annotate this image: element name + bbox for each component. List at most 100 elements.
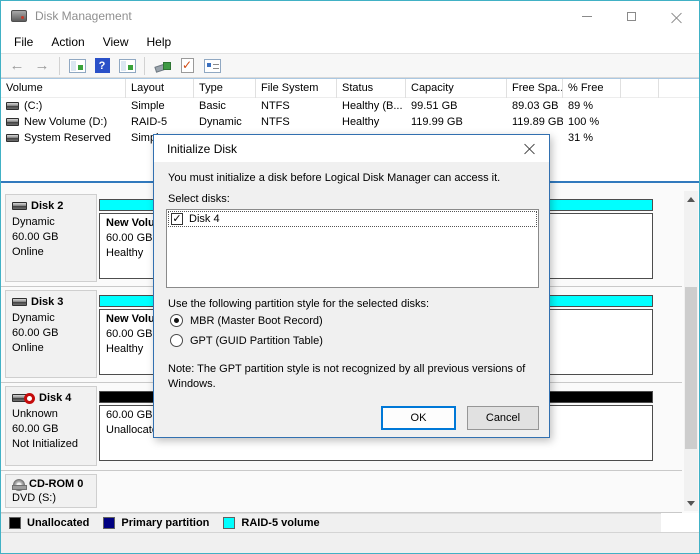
maximize-icon bbox=[627, 12, 636, 21]
legend-raid5-volume: RAID-5 volume bbox=[223, 517, 319, 529]
partition-style-label: Use the following partition style for th… bbox=[168, 298, 429, 310]
cdrom-name: CD-ROM 0 bbox=[29, 478, 83, 490]
scroll-down-icon bbox=[687, 501, 695, 506]
menu-action[interactable]: Action bbox=[42, 32, 93, 52]
minimize-button[interactable] bbox=[564, 1, 609, 31]
volume-pctfree: 100 % bbox=[563, 114, 621, 130]
column-header-pctfree[interactable]: % Free bbox=[563, 79, 621, 98]
ok-button[interactable]: OK bbox=[381, 406, 456, 430]
column-header-layout[interactable]: Layout bbox=[126, 79, 194, 98]
vertical-scrollbar[interactable] bbox=[684, 191, 698, 511]
column-header-capacity[interactable]: Capacity bbox=[406, 79, 507, 98]
menu-view[interactable]: View bbox=[94, 32, 138, 52]
disk-error-icon bbox=[24, 393, 35, 404]
volume-row-c[interactable]: (C:) Simple Basic NTFS Healthy (B... 99.… bbox=[1, 98, 699, 114]
volume-pctfree: 31 % bbox=[563, 130, 621, 146]
dialog-title: Initialize Disk bbox=[167, 142, 237, 156]
close-button[interactable] bbox=[654, 1, 699, 31]
scroll-up-button[interactable] bbox=[684, 191, 698, 207]
column-header-status[interactable]: Status bbox=[337, 79, 406, 98]
mbr-radio-row[interactable]: MBR (Master Boot Record) bbox=[170, 314, 323, 327]
volume-layout: RAID-5 bbox=[126, 114, 194, 130]
minimize-icon bbox=[582, 16, 592, 17]
volume-fs: NTFS bbox=[256, 114, 337, 130]
select-disks-label: Select disks: bbox=[168, 193, 230, 205]
volume-status: Healthy bbox=[337, 114, 406, 130]
disk-name: Disk 3 bbox=[31, 296, 63, 308]
close-icon bbox=[671, 11, 682, 22]
volume-name: System Reserved bbox=[24, 132, 111, 144]
menu-help[interactable]: Help bbox=[138, 32, 181, 52]
gpt-radio-row[interactable]: GPT (GUID Partition Table) bbox=[170, 334, 323, 347]
scroll-down-button[interactable] bbox=[684, 495, 698, 511]
disk-status: Online bbox=[12, 341, 96, 356]
mbr-radio-button[interactable] bbox=[170, 314, 183, 327]
volume-name: (C:) bbox=[24, 100, 42, 112]
cdrom-label-panel[interactable]: CD-ROM 0 DVD (S:) bbox=[5, 474, 97, 508]
cancel-button[interactable]: Cancel bbox=[467, 406, 539, 430]
disk-drive-icon bbox=[12, 298, 27, 306]
forward-button[interactable]: → bbox=[31, 56, 53, 76]
volume-row-d[interactable]: New Volume (D:) RAID-5 Dynamic NTFS Heal… bbox=[1, 114, 699, 130]
volume-fs: NTFS bbox=[256, 98, 337, 114]
toolbar-separator bbox=[144, 57, 145, 75]
back-button[interactable]: ← bbox=[6, 56, 28, 76]
disk-name: Disk 4 bbox=[39, 392, 71, 404]
column-header-blank bbox=[621, 79, 659, 98]
close-icon bbox=[524, 143, 535, 154]
maximize-button[interactable] bbox=[609, 1, 654, 31]
column-header-volume[interactable]: Volume bbox=[1, 79, 126, 98]
mbr-radio-label: MBR (Master Boot Record) bbox=[190, 315, 323, 327]
window-title: Disk Management bbox=[35, 9, 132, 23]
cdrom-drive-letter: DVD (S:) bbox=[12, 491, 96, 506]
disk-size: 60.00 GB bbox=[12, 422, 96, 437]
raid5-swatch bbox=[223, 517, 235, 529]
console-tree-button[interactable] bbox=[66, 56, 88, 76]
unallocated-swatch bbox=[9, 517, 21, 529]
help-button[interactable]: ? bbox=[91, 56, 113, 76]
menu-file[interactable]: File bbox=[5, 32, 42, 52]
column-header-freespace[interactable]: Free Spa... bbox=[507, 79, 563, 98]
dialog-message: You must initialize a disk before Logica… bbox=[168, 172, 543, 184]
task-check-button[interactable]: ✓ bbox=[176, 56, 198, 76]
disk-status: Online bbox=[12, 245, 96, 260]
scrollbar-thumb[interactable] bbox=[685, 287, 697, 449]
disk4-label-panel[interactable]: Disk 4 Unknown 60.00 GB Not Initialized bbox=[5, 386, 97, 466]
primary-partition-swatch bbox=[103, 517, 115, 529]
legend-label: Unallocated bbox=[27, 517, 89, 529]
action-pane-button[interactable] bbox=[116, 56, 138, 76]
cdrom-icon bbox=[12, 479, 25, 490]
volume-capacity: 99.51 GB bbox=[406, 98, 507, 114]
rescan-button[interactable] bbox=[151, 56, 173, 76]
column-header-filesystem[interactable]: File System bbox=[256, 79, 337, 98]
rescan-icon bbox=[154, 59, 171, 73]
gpt-radio-button[interactable] bbox=[170, 334, 183, 347]
disk4-list-item[interactable]: ✓ Disk 4 bbox=[168, 211, 537, 227]
status-bar bbox=[1, 532, 699, 553]
disk-type: Dynamic bbox=[12, 215, 96, 230]
disk-select-listbox[interactable]: ✓ Disk 4 bbox=[166, 209, 539, 288]
legend-primary-partition: Primary partition bbox=[103, 517, 209, 529]
disk2-label-panel[interactable]: Disk 2 Dynamic 60.00 GB Online bbox=[5, 194, 97, 282]
gpt-note: Note: The GPT partition style is not rec… bbox=[168, 362, 540, 392]
toolbar: ← → ? ✓ bbox=[1, 53, 699, 78]
dialog-title-bar: Initialize Disk bbox=[154, 135, 549, 162]
help-icon: ? bbox=[95, 58, 110, 73]
disk-type: Unknown bbox=[12, 407, 96, 422]
task-check-icon: ✓ bbox=[181, 58, 194, 73]
disk-name: Disk 2 bbox=[31, 200, 63, 212]
column-header-type[interactable]: Type bbox=[194, 79, 256, 98]
action-pane-icon bbox=[119, 59, 136, 73]
volume-name: New Volume (D:) bbox=[24, 116, 107, 128]
forward-icon: → bbox=[35, 58, 50, 73]
legend-unallocated: Unallocated bbox=[9, 517, 89, 529]
volume-status: Healthy (B... bbox=[337, 98, 406, 114]
disk4-checkbox[interactable]: ✓ bbox=[171, 213, 183, 225]
details-icon bbox=[204, 59, 221, 73]
initialize-disk-dialog: Initialize Disk You must initialize a di… bbox=[153, 134, 550, 438]
disk-status: Not Initialized bbox=[12, 437, 96, 452]
disk3-label-panel[interactable]: Disk 3 Dynamic 60.00 GB Online bbox=[5, 290, 97, 378]
dialog-close-button[interactable] bbox=[509, 135, 549, 162]
details-button[interactable] bbox=[201, 56, 223, 76]
disk-size: 60.00 GB bbox=[12, 230, 96, 245]
